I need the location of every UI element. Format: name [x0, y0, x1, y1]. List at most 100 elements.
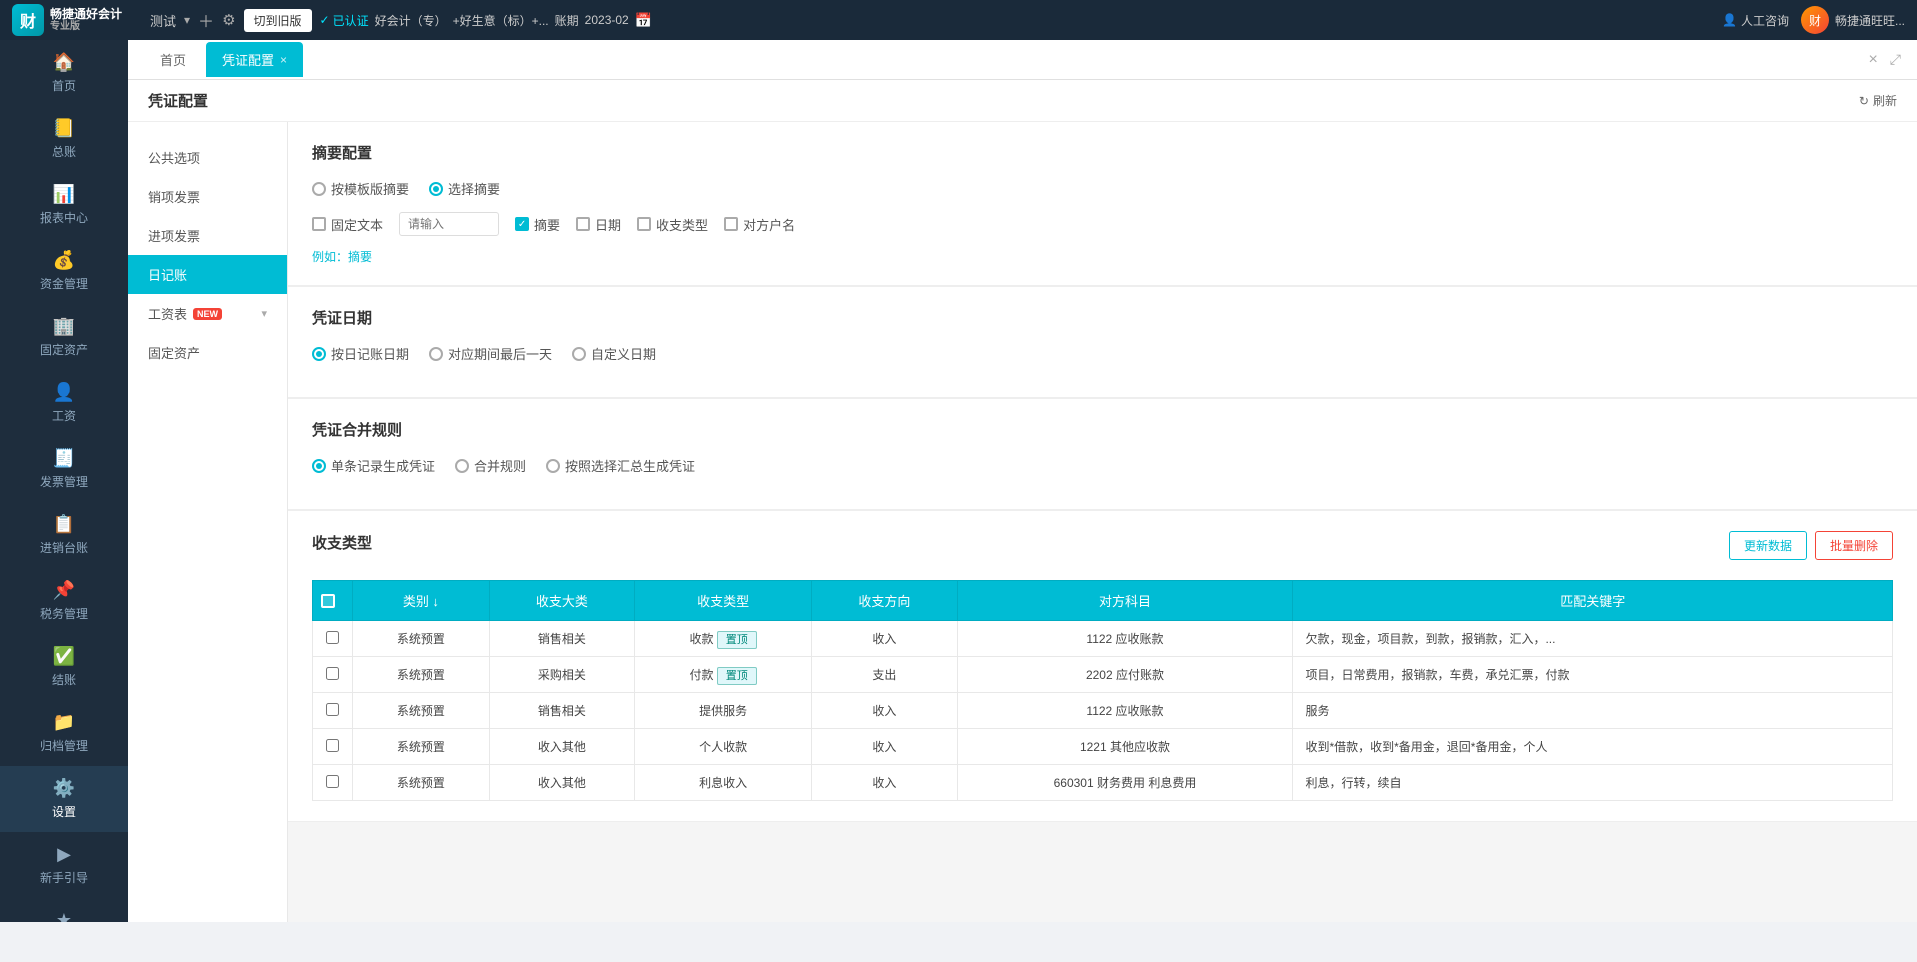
radio-custom-date[interactable]: 自定义日期 [572, 344, 656, 363]
sidebar-item-reports[interactable]: 📊 报表中心 [0, 172, 128, 238]
radio-select-summary[interactable]: 选择摘要 [429, 179, 500, 198]
category-1: 系统预置 [353, 621, 490, 657]
merge-rules-title: 凭证合并规则 [312, 419, 1893, 440]
window-close-icon[interactable]: × [1868, 51, 1877, 69]
archive-icon: 📁 [53, 712, 75, 733]
purchase-invoice-label: 进项发票 [148, 226, 200, 245]
sidebar-item-ledger[interactable]: 📒 总账 [0, 106, 128, 172]
right-content: 摘要配置 按模板版摘要 选择摘要 固定文本 [288, 122, 1917, 922]
radio-single-record[interactable]: 单条记录生成凭证 [312, 456, 435, 475]
assets-icon: 🏢 [53, 316, 75, 337]
settings-icon[interactable]: ⚙ [222, 11, 235, 29]
payment-types-title: 收支类型 [312, 532, 372, 553]
left-nav-payroll[interactable]: 工资表 NEW ▾ [128, 294, 287, 333]
voucher-date-title: 凭证日期 [312, 307, 1893, 328]
topbar-right: 👤 人工咨询 财 畅捷通旺旺... [1722, 6, 1905, 34]
top-tag-1[interactable]: 置顶 [717, 631, 757, 649]
tax-icon: 📌 [53, 580, 75, 601]
radio-template-summary[interactable]: 按模板版摘要 [312, 179, 409, 198]
date-checkbox-box [576, 217, 590, 231]
category-5: 系统预置 [353, 765, 490, 801]
checkbox-1[interactable] [326, 631, 339, 644]
sidebar-item-home[interactable]: 🏠 首页 [0, 40, 128, 106]
left-nav-purchase-invoice[interactable]: 进项发票 [128, 216, 287, 255]
sidebar-item-tax[interactable]: 📌 税务管理 [0, 568, 128, 634]
left-nav-sales-invoice[interactable]: 销项发票 [128, 177, 287, 216]
sidebar-item-assets[interactable]: 🏢 固定资产 [0, 304, 128, 370]
batch-delete-button[interactable]: 批量删除 [1815, 531, 1893, 560]
sidebar-item-payroll[interactable]: 👤 工资 [0, 370, 128, 436]
sidebar-item-funds[interactable]: 💰 资金管理 [0, 238, 128, 304]
row-checkbox-2 [313, 657, 353, 693]
logo-icon: 财 [12, 4, 44, 36]
window-maximize-icon[interactable]: ⤢ [1890, 51, 1901, 68]
topbar-center: 测试 ▾ ＋ ⚙ 切到旧版 ✓ 已认证 好会计（专） +好生意（标）+... 账… [150, 8, 1712, 32]
row-checkbox-5 [313, 765, 353, 801]
trade-icon: 📋 [53, 514, 75, 535]
sidebar-item-archive[interactable]: 📁 归档管理 [0, 700, 128, 766]
radio-dot-period-last [429, 347, 443, 361]
fixed-text-checkbox[interactable]: 固定文本 [312, 215, 383, 234]
left-nav-diary[interactable]: 日记账 [128, 255, 287, 294]
good-business-status: +好生意（标）+... [453, 12, 549, 29]
checkbox-3[interactable] [326, 703, 339, 716]
user-name: 畅捷通旺旺... [1835, 12, 1905, 29]
diary-label: 日记账 [148, 265, 187, 284]
counterparty-checkbox-item[interactable]: 对方户名 [724, 215, 795, 234]
home-icon: 🏠 [53, 52, 75, 73]
calendar-icon[interactable]: 📅 [635, 12, 652, 29]
workspace-tag: 测试 [150, 11, 176, 30]
sidebar-item-invoices[interactable]: 🧾 发票管理 [0, 436, 128, 502]
summary-checkbox-item[interactable]: ✓ 摘要 [515, 215, 560, 234]
major-type-5: 收入其他 [489, 765, 634, 801]
refresh-button[interactable]: ↻ 刷新 [1859, 92, 1897, 109]
settings-nav-icon: ⚙️ [53, 778, 75, 799]
logo-text: 畅捷通好会计 [50, 7, 122, 21]
tab-home[interactable]: 首页 [144, 42, 202, 77]
service-button[interactable]: 👤 人工咨询 [1722, 12, 1789, 29]
radio-diary-date[interactable]: 按日记账日期 [312, 344, 409, 363]
update-data-button[interactable]: 更新数据 [1729, 531, 1807, 560]
checkbox-2[interactable] [326, 667, 339, 680]
checkbox-4[interactable] [326, 739, 339, 752]
sidebar-item-settings[interactable]: ⚙️ 设置 [0, 766, 128, 832]
table-row: 系统预置 销售相关 收款 置顶 收入 1122 应收账款 欠款，现金，项目款，到… [313, 621, 1893, 657]
user-info[interactable]: 财 畅捷通旺旺... [1801, 6, 1905, 34]
payment-type-checkbox-item[interactable]: 收支类型 [637, 215, 708, 234]
sidebar-label-settings: 设置 [52, 803, 76, 820]
row-checkbox-1 [313, 621, 353, 657]
sidebar-label-assets: 固定资产 [40, 341, 88, 358]
table-row: 系统预置 销售相关 提供服务 收入 1122 应收账款 服务 [313, 693, 1893, 729]
sidebar-item-close[interactable]: ✅ 结账 [0, 634, 128, 700]
expand-arrow-icon[interactable]: ▾ [261, 307, 267, 320]
th-direction: 收支方向 [812, 581, 957, 621]
sidebar-item-member[interactable]: ★ 畅会员 [0, 898, 128, 922]
radio-merge-rule[interactable]: 合并规则 [455, 456, 526, 475]
sales-invoice-label: 销项发票 [148, 187, 200, 206]
radio-summary-generate[interactable]: 按照选择汇总生成凭证 [546, 456, 695, 475]
member-icon: ★ [56, 910, 72, 922]
th-keywords: 匹配关键字 [1293, 581, 1893, 621]
certified-badge: ✓ 已认证 [320, 12, 369, 29]
radio-period-last-day[interactable]: 对应期间最后一天 [429, 344, 552, 363]
switch-version-button[interactable]: 切到旧版 [244, 9, 312, 32]
select-all-checkbox[interactable] [321, 594, 335, 608]
fixed-text-input[interactable] [399, 212, 499, 236]
fixed-text-checkbox-box [312, 217, 326, 231]
tab-voucher-config[interactable]: 凭证配置 × [206, 42, 303, 77]
major-type-4: 收入其他 [489, 729, 634, 765]
invoices-icon: 🧾 [53, 448, 75, 469]
dropdown-arrow-icon[interactable]: ▾ [184, 13, 190, 27]
sidebar-item-guide[interactable]: ▶ 新手引导 [0, 832, 128, 898]
left-nav-public[interactable]: 公共选项 [128, 138, 287, 177]
checkbox-5[interactable] [326, 775, 339, 788]
payment-types-table: 类别 ↓ 收支大类 收支类型 收支方向 对方科目 匹配关键字 系统预置 销售相 [312, 580, 1893, 801]
top-tag-2[interactable]: 置顶 [717, 667, 757, 685]
subject-1: 1122 应收账款 [957, 621, 1293, 657]
tab-close-icon[interactable]: × [280, 53, 287, 67]
add-icon[interactable]: ＋ [198, 8, 214, 32]
radio-dot-single [312, 459, 326, 473]
left-nav-fixed-assets[interactable]: 固定资产 [128, 333, 287, 372]
sidebar-item-trade[interactable]: 📋 进销台账 [0, 502, 128, 568]
date-checkbox-item[interactable]: 日期 [576, 215, 621, 234]
